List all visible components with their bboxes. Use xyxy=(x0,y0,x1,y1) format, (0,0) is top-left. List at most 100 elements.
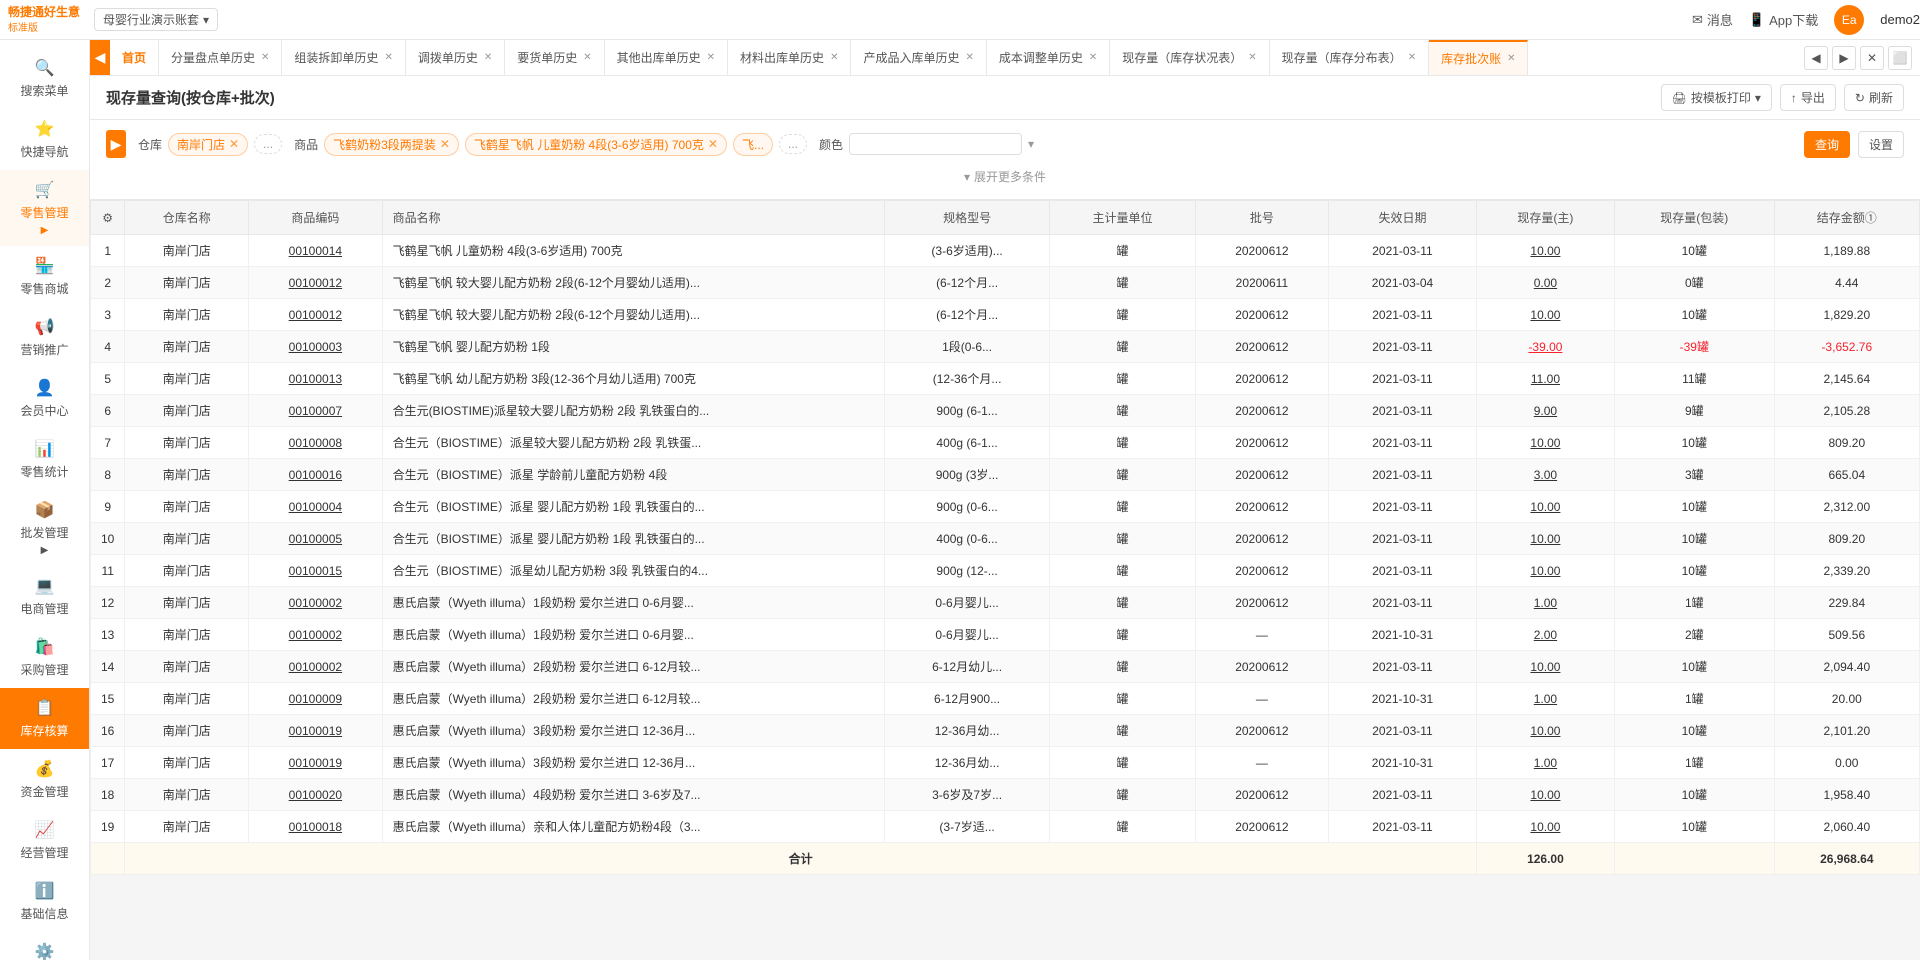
tab-nav-left[interactable]: ◀ xyxy=(1804,46,1828,70)
sidebar-item-ecom[interactable]: 💻 电商管理 xyxy=(0,566,89,627)
tab-t4-close[interactable]: ✕ xyxy=(583,52,591,63)
warehouse-more[interactable]: ... xyxy=(254,134,282,154)
cell-qty-main[interactable]: -39.00 xyxy=(1476,331,1614,363)
filter-nav-btn[interactable]: ▶ xyxy=(106,130,126,158)
expand-more-btn[interactable]: ▾ 展开更多条件 xyxy=(106,164,1904,189)
sidebar-item-wholesale[interactable]: 📦 批发管理 ▶ xyxy=(0,490,89,566)
tab-t1-close[interactable]: ✕ xyxy=(261,52,269,63)
cell-qty-main[interactable]: 10.00 xyxy=(1476,651,1614,683)
tab-t6-close[interactable]: ✕ xyxy=(830,52,838,63)
cell-code[interactable]: 00100012 xyxy=(249,267,382,299)
cell-code[interactable]: 00100019 xyxy=(249,715,382,747)
color-dropdown[interactable]: ▾ xyxy=(1028,137,1034,151)
sidebar-item-retail[interactable]: 🛒 零售管理 ▶ xyxy=(0,170,89,246)
cell-code[interactable]: 00100002 xyxy=(249,651,382,683)
cell-qty-main[interactable]: 1.00 xyxy=(1476,683,1614,715)
warehouse-tag[interactable]: 南岸门店 ✕ xyxy=(168,133,248,156)
tab-maximize[interactable]: ⬜ xyxy=(1888,46,1912,70)
tab-t5-close[interactable]: ✕ xyxy=(707,52,715,63)
cell-qty-main[interactable]: 10.00 xyxy=(1476,491,1614,523)
tab-t1[interactable]: 分量盘点单历史 ✕ xyxy=(159,40,282,75)
sidebar-item-inventory[interactable]: 📋 库存核算 xyxy=(0,688,89,749)
tab-t10[interactable]: 现存量（库存分布表） ✕ xyxy=(1270,40,1429,75)
tab-t2[interactable]: 组装拆卸单历史 ✕ xyxy=(282,40,405,75)
cell-code[interactable]: 00100003 xyxy=(249,331,382,363)
cell-code[interactable]: 00100018 xyxy=(249,811,382,843)
th-settings[interactable]: ⚙ xyxy=(91,201,125,235)
cell-qty-main[interactable]: 3.00 xyxy=(1476,459,1614,491)
cell-qty-main[interactable]: 10.00 xyxy=(1476,235,1614,267)
cell-code[interactable]: 00100015 xyxy=(249,555,382,587)
cell-qty-main[interactable]: 11.00 xyxy=(1476,363,1614,395)
cell-qty-main[interactable]: 2.00 xyxy=(1476,619,1614,651)
cell-qty-main[interactable]: 10.00 xyxy=(1476,811,1614,843)
message-btn[interactable]: ✉ 消息 xyxy=(1692,10,1733,29)
product-tag-2[interactable]: 飞鹤星飞帆 儿童奶粉 4段(3-6岁适用) 700克 ✕ xyxy=(465,133,727,156)
color-input[interactable] xyxy=(849,133,1022,155)
tab-prev-btn[interactable]: ◀ xyxy=(90,40,110,76)
sidebar-item-shop[interactable]: 🏪 零售商城 xyxy=(0,246,89,307)
cell-code[interactable]: 00100014 xyxy=(249,235,382,267)
cell-code[interactable]: 00100016 xyxy=(249,459,382,491)
sidebar-item-purchase[interactable]: 🛍️ 采购管理 xyxy=(0,627,89,688)
tab-t5[interactable]: 其他出库单历史 ✕ xyxy=(605,40,728,75)
query-btn[interactable]: 查询 xyxy=(1804,131,1850,158)
cell-qty-main[interactable]: 0.00 xyxy=(1476,267,1614,299)
sidebar-item-ops[interactable]: 📈 经营管理 xyxy=(0,810,89,871)
tab-t10-close[interactable]: ✕ xyxy=(1408,52,1416,63)
tab-t9-close[interactable]: ✕ xyxy=(1248,52,1256,63)
sidebar-item-base[interactable]: ℹ️ 基础信息 xyxy=(0,871,89,932)
export-btn[interactable]: ↑ 导出 xyxy=(1780,84,1836,111)
tab-t2-close[interactable]: ✕ xyxy=(384,52,392,63)
tab-t3[interactable]: 调拨单历史 ✕ xyxy=(406,40,505,75)
sidebar-item-quick[interactable]: ⭐ 快捷导航 xyxy=(0,109,89,170)
cell-qty-main[interactable]: 10.00 xyxy=(1476,523,1614,555)
cell-qty-main[interactable]: 10.00 xyxy=(1476,299,1614,331)
tab-t11[interactable]: 库存批次账 ✕ xyxy=(1429,40,1528,75)
sidebar-item-stats[interactable]: 📊 零售统计 xyxy=(0,429,89,490)
tab-t11-close[interactable]: ✕ xyxy=(1507,53,1515,64)
cell-code[interactable]: 00100002 xyxy=(249,587,382,619)
tab-home[interactable]: 首页 xyxy=(110,40,159,75)
cell-qty-main[interactable]: 10.00 xyxy=(1476,715,1614,747)
cell-code[interactable]: 00100019 xyxy=(249,747,382,779)
cell-qty-main[interactable]: 10.00 xyxy=(1476,555,1614,587)
sidebar-item-finance[interactable]: 💰 资金管理 xyxy=(0,749,89,810)
cell-qty-main[interactable]: 1.00 xyxy=(1476,747,1614,779)
tab-nav-right[interactable]: ▶ xyxy=(1832,46,1856,70)
cell-code[interactable]: 00100002 xyxy=(249,619,382,651)
print-btn[interactable]: 🖨 按模板打印 ▾ xyxy=(1661,84,1772,111)
tab-t7[interactable]: 产成品入库单历史 ✕ xyxy=(851,40,986,75)
cell-code[interactable]: 00100005 xyxy=(249,523,382,555)
cell-code[interactable]: 00100020 xyxy=(249,779,382,811)
sidebar-item-marketing[interactable]: 📢 营销推广 xyxy=(0,307,89,368)
product-more[interactable]: ... xyxy=(779,134,807,154)
company-selector[interactable]: 母婴行业演示账套 ▾ xyxy=(94,8,218,31)
cell-code[interactable]: 00100013 xyxy=(249,363,382,395)
tab-t3-close[interactable]: ✕ xyxy=(484,52,492,63)
product-tag-1[interactable]: 飞鹤奶粉3段两提装 ✕ xyxy=(324,133,459,156)
cell-qty-main[interactable]: 9.00 xyxy=(1476,395,1614,427)
warehouse-tag-close[interactable]: ✕ xyxy=(229,137,239,151)
cell-qty-main[interactable]: 10.00 xyxy=(1476,779,1614,811)
user-avatar[interactable]: Ea xyxy=(1834,5,1864,35)
product-tag-2-close[interactable]: ✕ xyxy=(708,137,718,151)
cell-qty-main[interactable]: 10.00 xyxy=(1476,427,1614,459)
app-download-btn[interactable]: 📱 App下载 xyxy=(1749,10,1818,29)
refresh-btn[interactable]: ↻ 刷新 xyxy=(1844,84,1904,111)
settings-btn[interactable]: 设置 xyxy=(1858,131,1904,158)
cell-code[interactable]: 00100008 xyxy=(249,427,382,459)
tab-close-all[interactable]: ✕ xyxy=(1860,46,1884,70)
tab-t4[interactable]: 要货单历史 ✕ xyxy=(505,40,604,75)
cell-qty-main[interactable]: 1.00 xyxy=(1476,587,1614,619)
tab-t7-close[interactable]: ✕ xyxy=(965,52,973,63)
cell-code[interactable]: 00100012 xyxy=(249,299,382,331)
cell-code[interactable]: 00100007 xyxy=(249,395,382,427)
tab-t8[interactable]: 成本调整单历史 ✕ xyxy=(987,40,1110,75)
cell-code[interactable]: 00100009 xyxy=(249,683,382,715)
product-tag-1-close[interactable]: ✕ xyxy=(440,137,450,151)
tab-t8-close[interactable]: ✕ xyxy=(1089,52,1097,63)
product-tag-more[interactable]: 飞... xyxy=(733,133,773,156)
sidebar-item-system[interactable]: ⚙️ 系统管理 xyxy=(0,932,89,960)
sidebar-item-search[interactable]: 🔍 搜索菜单 xyxy=(0,48,89,109)
